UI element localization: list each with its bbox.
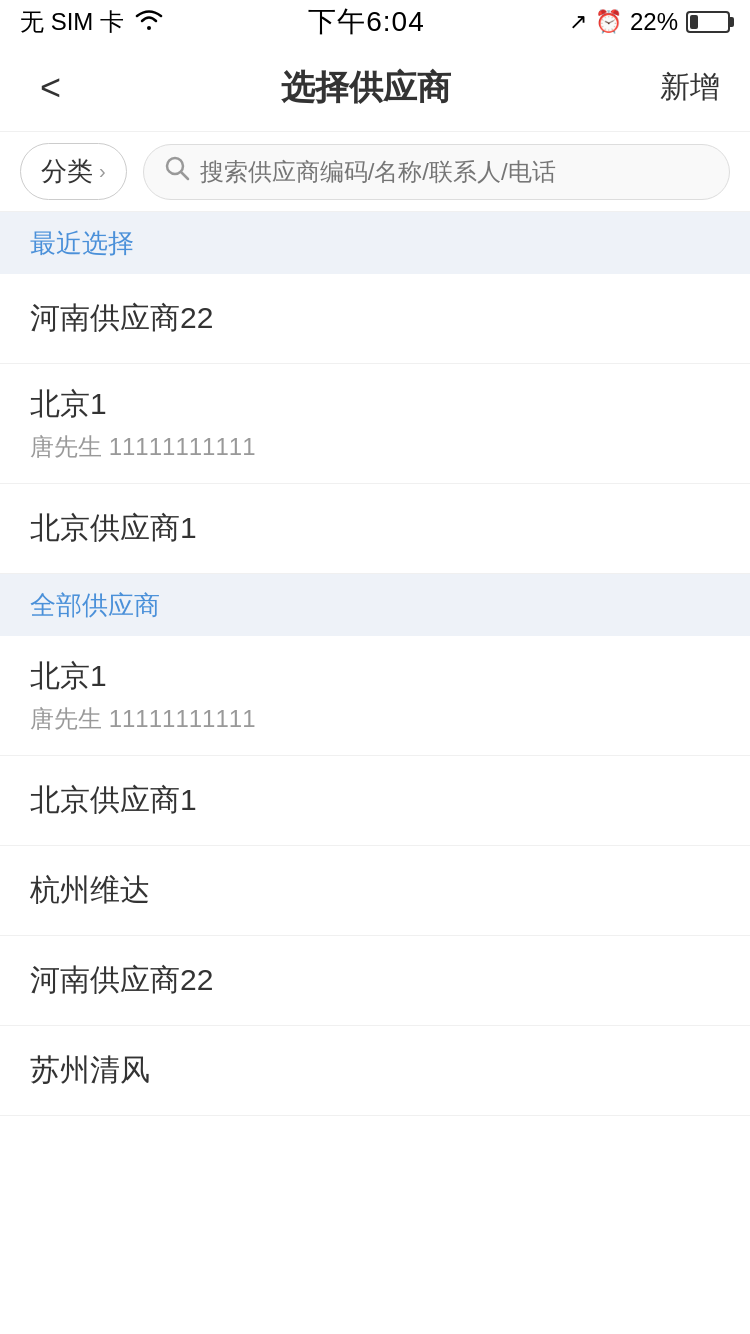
all-item-0[interactable]: 北京1 唐先生 11111111111 bbox=[0, 636, 750, 756]
all-section-title: 全部供应商 bbox=[30, 588, 160, 623]
recent-item-2-name: 北京供应商1 bbox=[30, 508, 720, 549]
no-sim-label: 无 SIM 卡 bbox=[20, 6, 124, 38]
all-item-3-name: 河南供应商22 bbox=[30, 960, 720, 1001]
all-item-0-sub: 唐先生 11111111111 bbox=[30, 703, 720, 735]
page-title: 选择供应商 bbox=[71, 65, 660, 111]
status-right: ↗ ⏰ 22% bbox=[569, 8, 730, 36]
battery-icon bbox=[686, 11, 730, 33]
add-button[interactable]: 新增 bbox=[660, 67, 720, 108]
chevron-right-icon: › bbox=[99, 160, 106, 183]
back-button[interactable]: < bbox=[30, 57, 71, 119]
recent-item-2[interactable]: 北京供应商1 bbox=[0, 484, 750, 574]
recent-item-1[interactable]: 北京1 唐先生 11111111111 bbox=[0, 364, 750, 484]
category-filter-button[interactable]: 分类 › bbox=[20, 143, 127, 200]
wifi-icon bbox=[134, 8, 164, 36]
all-item-4[interactable]: 苏州清风 bbox=[0, 1026, 750, 1116]
status-time: 下午6:04 bbox=[308, 3, 425, 41]
recent-item-1-sub: 唐先生 11111111111 bbox=[30, 431, 720, 463]
all-items-list: 北京1 唐先生 11111111111 北京供应商1 杭州维达 河南供应商22 … bbox=[0, 636, 750, 1116]
status-left: 无 SIM 卡 bbox=[20, 6, 164, 38]
nav-bar: < 选择供应商 新增 bbox=[0, 44, 750, 132]
recent-item-0[interactable]: 河南供应商22 bbox=[0, 274, 750, 364]
search-icon bbox=[164, 155, 190, 188]
all-item-0-name: 北京1 bbox=[30, 656, 720, 697]
all-item-3[interactable]: 河南供应商22 bbox=[0, 936, 750, 1026]
filter-row: 分类 › bbox=[0, 132, 750, 212]
alarm-icon: ⏰ bbox=[595, 9, 622, 35]
all-item-2[interactable]: 杭州维达 bbox=[0, 846, 750, 936]
search-input[interactable] bbox=[200, 158, 709, 186]
recent-items-list: 河南供应商22 北京1 唐先生 11111111111 北京供应商1 bbox=[0, 274, 750, 574]
all-item-1-name: 北京供应商1 bbox=[30, 780, 720, 821]
search-box[interactable] bbox=[143, 144, 730, 200]
category-label: 分类 bbox=[41, 154, 93, 189]
battery-percent: 22% bbox=[630, 8, 678, 36]
status-bar: 无 SIM 卡 下午6:04 ↗ ⏰ 22% bbox=[0, 0, 750, 44]
svg-line-1 bbox=[181, 172, 188, 179]
all-section-header: 全部供应商 bbox=[0, 574, 750, 636]
recent-item-1-name: 北京1 bbox=[30, 384, 720, 425]
recent-item-0-name: 河南供应商22 bbox=[30, 298, 720, 339]
all-item-2-name: 杭州维达 bbox=[30, 870, 720, 911]
recent-section-header: 最近选择 bbox=[0, 212, 750, 274]
recent-section-title: 最近选择 bbox=[30, 226, 134, 261]
all-item-4-name: 苏州清风 bbox=[30, 1050, 720, 1091]
all-item-1[interactable]: 北京供应商1 bbox=[0, 756, 750, 846]
location-icon: ↗ bbox=[569, 9, 587, 35]
